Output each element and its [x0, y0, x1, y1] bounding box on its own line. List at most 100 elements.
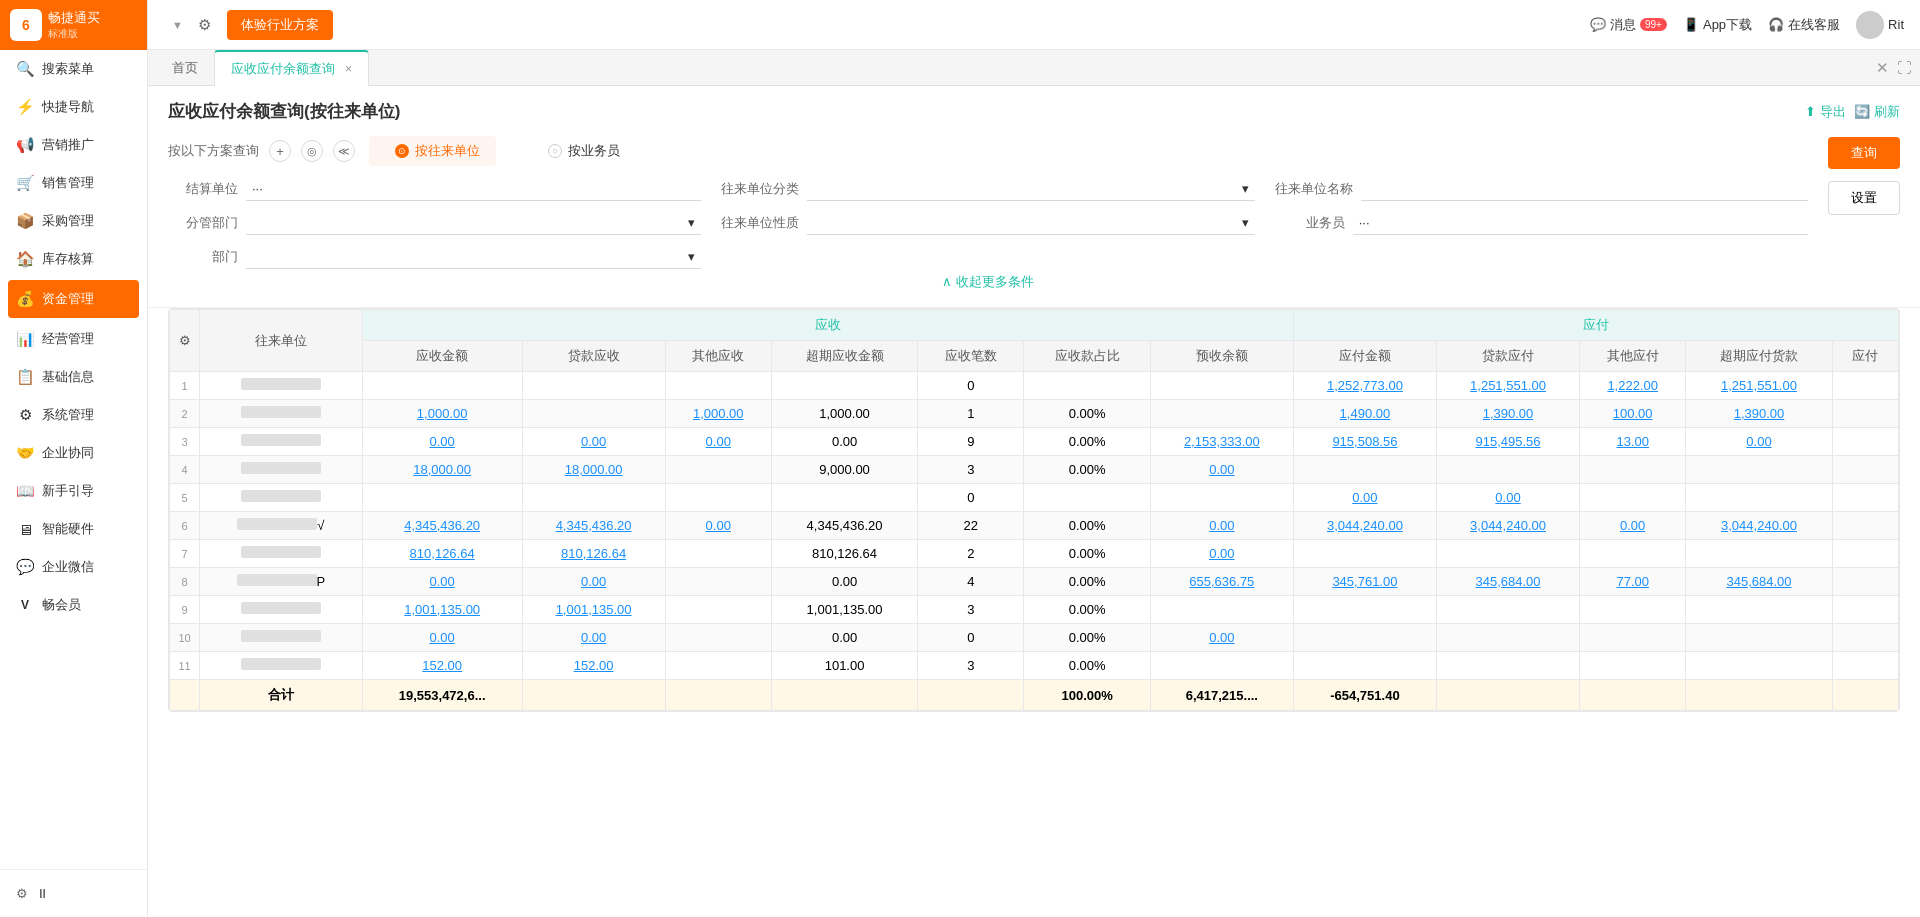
row-yf-amount-link[interactable]: 3,044,240.00 — [1327, 518, 1403, 533]
sidebar-item-hardware[interactable]: 🖥 智能硬件 — [0, 510, 147, 548]
row-ys-amount-link[interactable]: 4,345,436.20 — [404, 518, 480, 533]
row-yf-overdue[interactable]: 0.00 — [1686, 428, 1832, 456]
row-yf-other-link[interactable]: 1,222.00 — [1607, 378, 1658, 393]
row-yf-overdue[interactable]: 3,044,240.00 — [1686, 512, 1832, 540]
online-service-button[interactable]: 🎧 在线客服 — [1768, 16, 1840, 34]
row-ys-amount-link[interactable]: 18,000.00 — [413, 462, 471, 477]
messages-button[interactable]: 💬 消息 99+ — [1590, 16, 1667, 34]
row-ys-amount-link[interactable]: 0.00 — [429, 434, 454, 449]
filter-settlement-input[interactable]: ··· — [246, 177, 701, 201]
sidebar-item-system[interactable]: ⚙ 系统管理 — [0, 396, 147, 434]
row-yf-overdue-link[interactable]: 0.00 — [1746, 434, 1771, 449]
row-yf-loan[interactable]: 915,495.56 — [1436, 428, 1579, 456]
row-ys-amount[interactable]: 0.00 — [362, 568, 522, 596]
row-ys-other-link[interactable]: 0.00 — [706, 518, 731, 533]
row-ys-prepay[interactable]: 0.00 — [1150, 512, 1293, 540]
export-button[interactable]: ⬆ 导出 — [1805, 103, 1846, 121]
filter-department-select[interactable]: ▾ — [246, 245, 701, 269]
sidebar-item-marketing[interactable]: 📢 营销推广 — [0, 126, 147, 164]
row-yf-other[interactable]: 13.00 — [1580, 428, 1686, 456]
sidebar-item-wechat[interactable]: 💬 企业微信 — [0, 548, 147, 586]
row-yf-amount-link[interactable]: 1,490.00 — [1340, 406, 1391, 421]
filter-salesperson-input[interactable]: ··· — [1353, 211, 1808, 235]
row-ys-amount-link[interactable]: 1,001,135.00 — [404, 602, 480, 617]
query-button[interactable]: 查询 — [1828, 137, 1900, 169]
row-yf-amount-link[interactable]: 1,252,773.00 — [1327, 378, 1403, 393]
filter-add-button[interactable]: + — [269, 140, 291, 162]
app-download-button[interactable]: 📱 App下载 — [1683, 16, 1752, 34]
row-yf-amount-link[interactable]: 0.00 — [1352, 490, 1377, 505]
row-yf-loan-link[interactable]: 3,044,240.00 — [1470, 518, 1546, 533]
tab-close-all[interactable]: ✕ — [1876, 59, 1889, 77]
sidebar-item-sales[interactable]: 🛒 销售管理 — [0, 164, 147, 202]
row-yf-amount[interactable]: 1,252,773.00 — [1293, 372, 1436, 400]
row-yf-loan-link[interactable]: 1,390.00 — [1483, 406, 1534, 421]
row-yf-loan[interactable]: 1,251,551.00 — [1436, 372, 1579, 400]
row-yf-amount-link[interactable]: 345,761.00 — [1332, 574, 1397, 589]
row-ys-prepay-link[interactable]: 0.00 — [1209, 630, 1234, 645]
row-ys-loan-link[interactable]: 1,001,135.00 — [556, 602, 632, 617]
filter-partner-name-input[interactable] — [1361, 177, 1808, 201]
sidebar-item-basic-info[interactable]: 📋 基础信息 — [0, 358, 147, 396]
row-yf-other[interactable]: 77.00 — [1580, 568, 1686, 596]
tab-fullscreen[interactable]: ⛶ — [1897, 59, 1912, 76]
row-yf-overdue[interactable]: 1,251,551.00 — [1686, 372, 1832, 400]
row-ys-other[interactable]: 1,000.00 — [665, 400, 771, 428]
row-yf-loan[interactable]: 3,044,240.00 — [1436, 512, 1579, 540]
row-yf-amount[interactable]: 3,044,240.00 — [1293, 512, 1436, 540]
row-yf-other-link[interactable]: 100.00 — [1613, 406, 1653, 421]
row-ys-amount[interactable]: 1,000.00 — [362, 400, 522, 428]
user-avatar[interactable]: Rit — [1856, 11, 1904, 39]
tab-ar-query[interactable]: 应收应付余额查询 × — [214, 50, 369, 86]
row-yf-loan-link[interactable]: 915,495.56 — [1475, 434, 1540, 449]
row-ys-amount-link[interactable]: 152.00 — [422, 658, 462, 673]
sidebar-item-quick-nav[interactable]: ⚡ 快捷导航 — [0, 88, 147, 126]
row-ys-prepay[interactable]: 2,153,333.00 — [1150, 428, 1293, 456]
row-yf-overdue-link[interactable]: 1,390.00 — [1734, 406, 1785, 421]
row-yf-other-link[interactable]: 13.00 — [1616, 434, 1649, 449]
collapse-bar[interactable]: ∧ 收起更多条件 — [168, 269, 1808, 295]
row-ys-amount-link[interactable]: 0.00 — [429, 574, 454, 589]
row-ys-loan[interactable]: 810,126.64 — [522, 540, 665, 568]
row-yf-loan-link[interactable]: 0.00 — [1495, 490, 1520, 505]
row-yf-overdue-link[interactable]: 1,251,551.00 — [1721, 378, 1797, 393]
row-yf-loan[interactable]: 1,390.00 — [1436, 400, 1579, 428]
filter-partner-cat-select[interactable]: ▾ — [807, 177, 1254, 201]
sub-item-by-partner[interactable]: ⊙ 按往来单位 — [369, 136, 496, 166]
sidebar-item-purchase[interactable]: 📦 采购管理 — [0, 202, 147, 240]
row-ys-loan[interactable]: 18,000.00 — [522, 456, 665, 484]
row-ys-loan[interactable]: 152.00 — [522, 652, 665, 680]
row-ys-loan-link[interactable]: 4,345,436.20 — [556, 518, 632, 533]
sidebar-item-search[interactable]: 🔍 搜索菜单 — [0, 50, 147, 88]
row-yf-other[interactable]: 1,222.00 — [1580, 372, 1686, 400]
row-ys-amount[interactable]: 18,000.00 — [362, 456, 522, 484]
row-yf-amount[interactable]: 915,508.56 — [1293, 428, 1436, 456]
trial-btn[interactable]: 体验行业方案 — [227, 10, 333, 40]
tab-home[interactable]: 首页 — [156, 50, 214, 86]
table-wrapper[interactable]: ⚙ 往来单位 应收 应付 应收金额 贷款应收 其他应收 超期应收金额 应收笔数 … — [168, 308, 1900, 712]
row-yf-overdue-link[interactable]: 3,044,240.00 — [1721, 518, 1797, 533]
sidebar-bottom-settings[interactable]: ⚙ ⏸ — [0, 878, 147, 909]
row-ys-other-link[interactable]: 1,000.00 — [693, 406, 744, 421]
row-ys-loan-link[interactable]: 0.00 — [581, 574, 606, 589]
row-ys-prepay-link[interactable]: 0.00 — [1209, 462, 1234, 477]
row-ys-prepay-link[interactable]: 0.00 — [1209, 546, 1234, 561]
row-ys-prepay-link[interactable]: 2,153,333.00 — [1184, 434, 1260, 449]
refresh-button[interactable]: 🔄 刷新 — [1854, 103, 1900, 121]
row-ys-amount[interactable]: 810,126.64 — [362, 540, 522, 568]
row-yf-overdue[interactable]: 345,684.00 — [1686, 568, 1832, 596]
row-ys-loan-link[interactable]: 152.00 — [574, 658, 614, 673]
row-ys-loan[interactable]: 0.00 — [522, 568, 665, 596]
row-ys-amount[interactable]: 1,001,135.00 — [362, 596, 522, 624]
row-ys-amount[interactable]: 0.00 — [362, 624, 522, 652]
row-ys-loan[interactable]: 0.00 — [522, 624, 665, 652]
row-ys-loan[interactable]: 1,001,135.00 — [522, 596, 665, 624]
row-ys-other[interactable]: 0.00 — [665, 428, 771, 456]
row-yf-loan[interactable]: 0.00 — [1436, 484, 1579, 512]
row-yf-amount[interactable]: 0.00 — [1293, 484, 1436, 512]
row-ys-prepay-link[interactable]: 0.00 — [1209, 518, 1234, 533]
row-yf-amount[interactable]: 345,761.00 — [1293, 568, 1436, 596]
row-yf-other[interactable]: 100.00 — [1580, 400, 1686, 428]
row-ys-amount-link[interactable]: 0.00 — [429, 630, 454, 645]
row-ys-amount-link[interactable]: 1,000.00 — [417, 406, 468, 421]
